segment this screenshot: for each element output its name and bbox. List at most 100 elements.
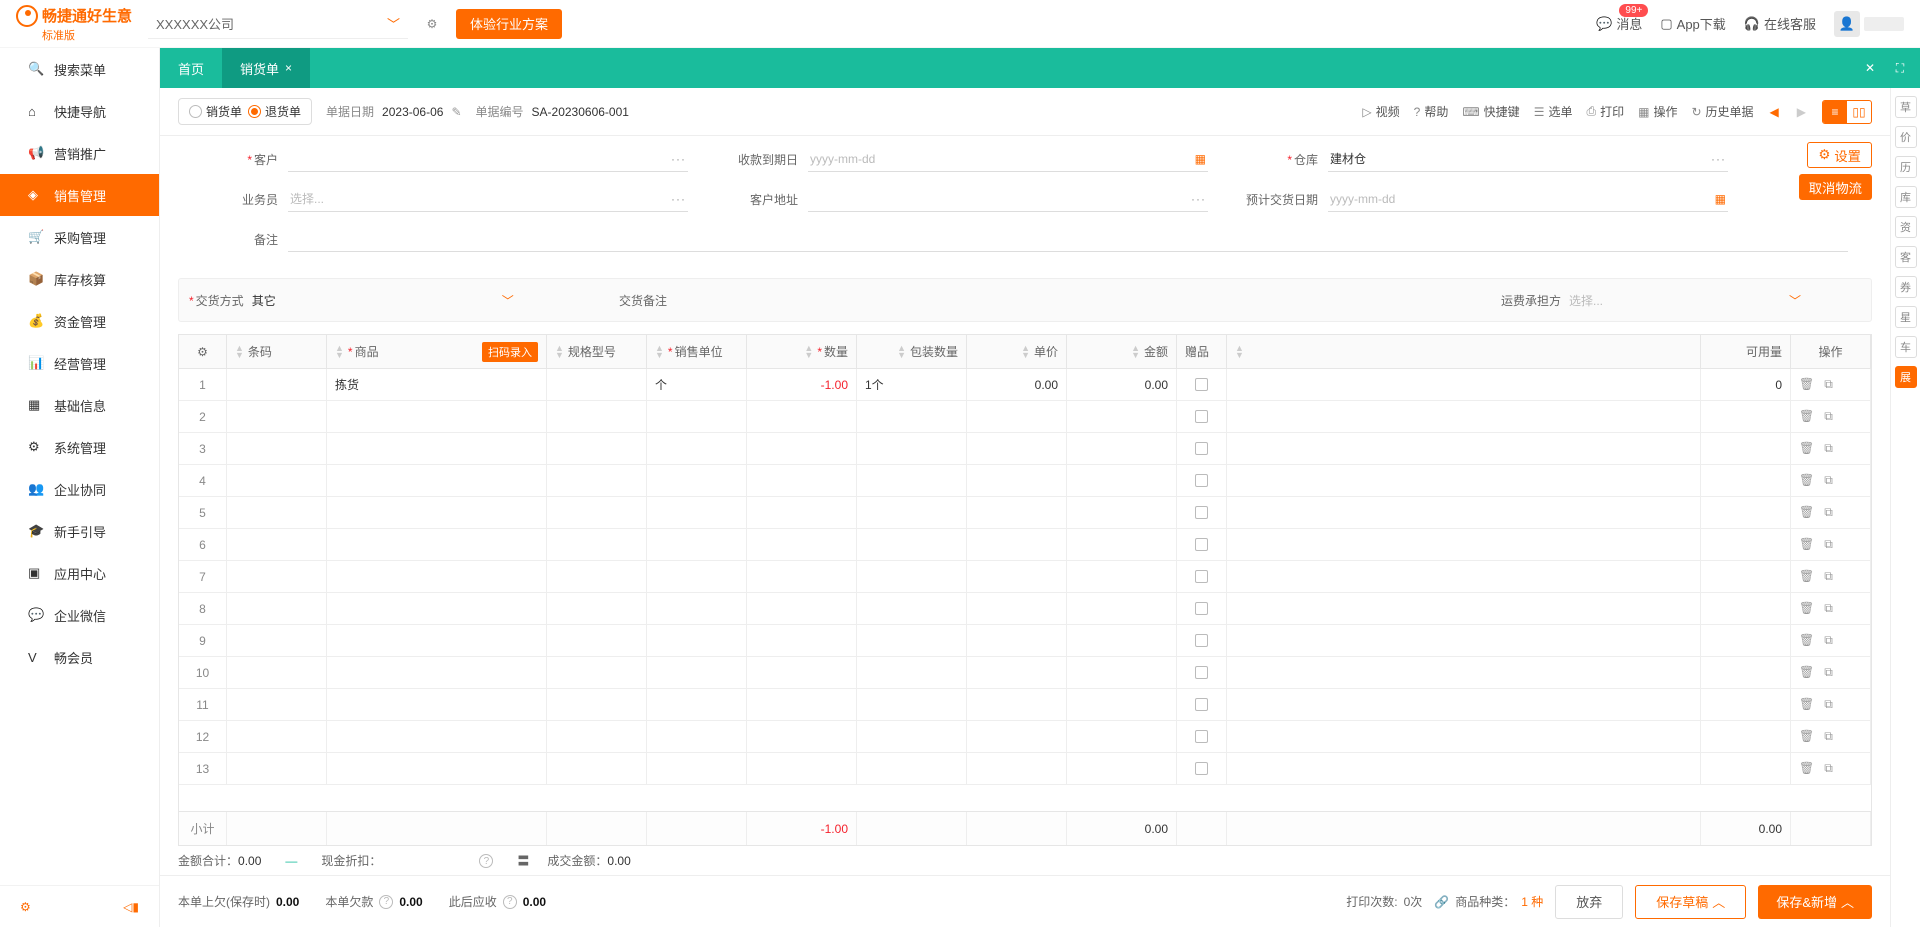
rail-item-7[interactable]: 星 [1895, 306, 1917, 328]
next-doc-button[interactable]: ▶ [1795, 105, 1808, 119]
help-icon[interactable]: ? [503, 895, 517, 909]
copy-icon[interactable]: ⧉ [1824, 697, 1833, 712]
delete-icon[interactable]: 🗑 [1799, 761, 1814, 776]
close-icon[interactable]: × [285, 61, 292, 75]
help-link[interactable]: ?帮助 [1414, 103, 1449, 120]
th-product[interactable]: ▲▼*商品扫码录入 [327, 335, 547, 368]
cell-product[interactable]: 拣货 [327, 369, 547, 400]
collapse-icon[interactable]: ◁▮ [123, 900, 139, 914]
checkbox-icon[interactable] [1195, 410, 1208, 423]
table-row[interactable]: 7🗑⧉ [179, 561, 1871, 593]
sidebar-item-6[interactable]: 💰资金管理 [0, 300, 159, 342]
copy-icon[interactable]: ⧉ [1824, 761, 1833, 776]
help-icon[interactable]: ? [479, 854, 493, 868]
th-pack[interactable]: ▲▼包装数量 [857, 335, 967, 368]
table-row[interactable]: 4🗑⧉ [179, 465, 1871, 497]
checkbox-icon[interactable] [1195, 378, 1208, 391]
th-barcode[interactable]: ▲▼条码 [227, 335, 327, 368]
salesman-input[interactable]: 选择...··· [288, 186, 688, 212]
cell-gift[interactable] [1177, 369, 1227, 400]
copy-icon[interactable]: ⧉ [1824, 441, 1833, 456]
copy-icon[interactable]: ⧉ [1824, 505, 1833, 520]
app-download-link[interactable]: ▢App下载 [1660, 14, 1725, 33]
actions-link[interactable]: ▦操作 [1638, 103, 1677, 120]
rail-item-0[interactable]: 草 [1895, 96, 1917, 118]
prev-doc-button[interactable]: ◀ [1768, 105, 1781, 119]
freight-select[interactable]: 选择...﹀ [1569, 292, 1861, 309]
delete-icon[interactable]: 🗑 [1799, 569, 1814, 584]
checkbox-icon[interactable] [1195, 634, 1208, 647]
th-gear[interactable]: ⚙ [179, 335, 227, 368]
copy-icon[interactable]: ⧉ [1824, 665, 1833, 680]
checkbox-icon[interactable] [1195, 538, 1208, 551]
delete-icon[interactable]: 🗑 [1799, 601, 1814, 616]
checkbox-icon[interactable] [1195, 602, 1208, 615]
form-settings-button[interactable]: ⚙设置 [1807, 142, 1872, 168]
tabs-expand-icon[interactable]: ⛶ [1890, 61, 1910, 76]
tabs-close-all-icon[interactable]: ✕ [1860, 61, 1880, 75]
messages-link[interactable]: 💬消息 99+ [1596, 14, 1642, 33]
checkbox-icon[interactable] [1195, 442, 1208, 455]
th-extra[interactable]: ▲▼ [1227, 335, 1701, 368]
delete-icon[interactable]: 🗑 [1799, 377, 1814, 392]
tab-home[interactable]: 首页 [160, 48, 222, 88]
expect-date-input[interactable]: yyyy-mm-dd▦ [1328, 186, 1728, 212]
cell-amount[interactable]: 0.00 [1067, 369, 1177, 400]
table-row[interactable]: 12🗑⧉ [179, 721, 1871, 753]
checkbox-icon[interactable] [1195, 698, 1208, 711]
table-row[interactable]: 3🗑⧉ [179, 433, 1871, 465]
table-row[interactable]: 1拣货个-1.001个0.000.000🗑⧉ [179, 369, 1871, 401]
sidebar-item-9[interactable]: ⚙系统管理 [0, 426, 159, 468]
delete-icon[interactable]: 🗑 [1799, 409, 1814, 424]
abandon-button[interactable]: 放弃 [1555, 885, 1623, 919]
checkbox-icon[interactable] [1195, 730, 1208, 743]
rail-item-8[interactable]: 车 [1895, 336, 1917, 358]
gear-icon[interactable]: ⚙ [20, 900, 31, 914]
sidebar-item-2[interactable]: 📢营销推广 [0, 132, 159, 174]
table-row[interactable]: 11🗑⧉ [179, 689, 1871, 721]
checkbox-icon[interactable] [1195, 474, 1208, 487]
more-icon[interactable]: ··· [671, 152, 686, 166]
th-price[interactable]: ▲▼单价 [967, 335, 1067, 368]
cell-barcode[interactable] [227, 369, 327, 400]
select-order-link[interactable]: ☰选单 [1534, 103, 1573, 120]
discount-label[interactable]: 现金折扣： [321, 852, 381, 869]
more-icon[interactable]: ··· [671, 192, 686, 206]
copy-icon[interactable]: ⧉ [1824, 633, 1833, 648]
rail-item-1[interactable]: 价 [1895, 126, 1917, 148]
copy-icon[interactable]: ⧉ [1824, 537, 1833, 552]
warehouse-input[interactable]: 建材仓··· [1328, 146, 1728, 172]
help-icon[interactable]: ? [379, 895, 393, 909]
th-amount[interactable]: ▲▼金额 [1067, 335, 1177, 368]
video-link[interactable]: ▷视频 [1362, 103, 1399, 120]
sidebar-item-14[interactable]: V畅会员 [0, 636, 159, 678]
sidebar-item-12[interactable]: ▣应用中心 [0, 552, 159, 594]
save-draft-button[interactable]: 保存草稿︿ [1635, 885, 1746, 919]
rail-item-9[interactable]: 展 [1895, 366, 1917, 388]
delete-icon[interactable]: 🗑 [1799, 537, 1814, 552]
delete-icon[interactable]: 🗑 [1799, 473, 1814, 488]
rail-item-5[interactable]: 客 [1895, 246, 1917, 268]
print-link[interactable]: ⎙打印 [1586, 103, 1624, 120]
table-row[interactable]: 6🗑⧉ [179, 529, 1871, 561]
rail-item-2[interactable]: 历 [1895, 156, 1917, 178]
sidebar-item-8[interactable]: ▦基础信息 [0, 384, 159, 426]
sidebar-item-3[interactable]: ◈销售管理 [0, 174, 159, 216]
th-spec[interactable]: ▲▼规格型号 [547, 335, 647, 368]
rail-item-4[interactable]: 资 [1895, 216, 1917, 238]
support-link[interactable]: 🎧在线客服 [1744, 14, 1816, 33]
checkbox-icon[interactable] [1195, 666, 1208, 679]
table-row[interactable]: 8🗑⧉ [179, 593, 1871, 625]
trial-button[interactable]: 体验行业方案 [456, 9, 562, 39]
delete-icon[interactable]: 🗑 [1799, 441, 1814, 456]
checkbox-icon[interactable] [1195, 762, 1208, 775]
copy-icon[interactable]: ⧉ [1824, 377, 1833, 392]
delete-icon[interactable]: 🗑 [1799, 697, 1814, 712]
sidebar-item-10[interactable]: 👥企业协同 [0, 468, 159, 510]
table-row[interactable]: 13🗑⧉ [179, 753, 1871, 785]
remark-input[interactable] [288, 226, 1848, 252]
calendar-icon[interactable]: ▦ [1195, 152, 1206, 166]
sidebar-item-7[interactable]: 📊经营管理 [0, 342, 159, 384]
more-icon[interactable]: ··· [1191, 192, 1206, 206]
cell-pack[interactable]: 1个 [857, 369, 967, 400]
